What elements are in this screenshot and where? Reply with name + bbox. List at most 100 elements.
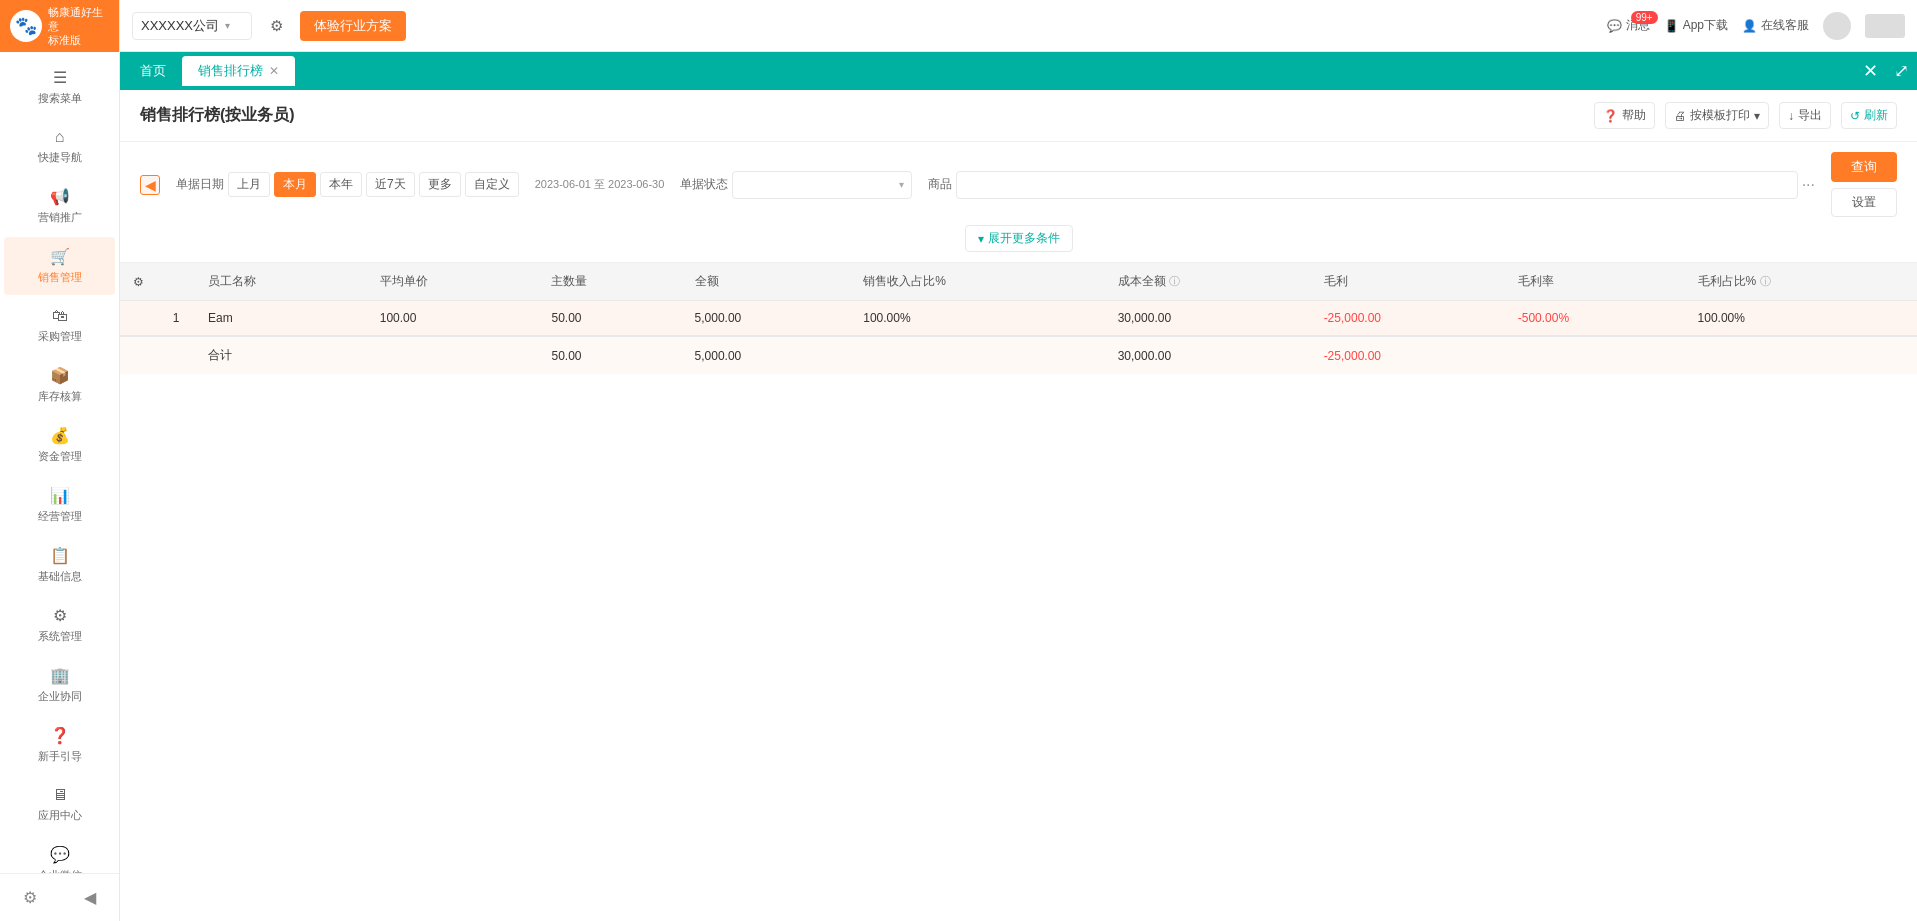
trial-button[interactable]: 体验行业方案 <box>300 11 406 41</box>
table-settings-icon[interactable]: ⚙ <box>133 275 144 289</box>
tab-minimize-icon[interactable]: ✕ <box>1859 56 1882 86</box>
date-7days-btn[interactable]: 近7天 <box>366 172 415 197</box>
user-avatar[interactable] <box>1823 12 1851 40</box>
expand-row: ▾ 展开更多条件 <box>140 225 1897 252</box>
header-settings-btn[interactable]: ⚙ <box>262 12 290 40</box>
col-gross-pct: 毛利占比% ⓘ <box>1686 263 1917 301</box>
row-amount-cell: 5,000.00 <box>683 301 852 337</box>
sidebar-collapse-btn[interactable]: ◀ <box>78 882 102 913</box>
row-gross-profit-cell: -25,000.00 <box>1312 301 1506 337</box>
app-download-btn[interactable]: 📱 App下载 <box>1664 17 1728 34</box>
purchase-icon: 🛍 <box>52 307 68 325</box>
status-select-wrapper: ▾ <box>732 171 912 199</box>
row-sales-pct-cell: 100.00% <box>851 301 1105 337</box>
page-header: 销售排行榜(按业务员) ❓ 帮助 🖨 按模板打印 ▾ ↓ 导出 ↺ 刷新 <box>120 90 1917 142</box>
footer-amount-cell: 5,000.00 <box>683 336 852 374</box>
footer-sales-pct-cell <box>851 336 1105 374</box>
tab-close-icon[interactable]: ✕ <box>269 64 279 78</box>
cost-info-icon[interactable]: ⓘ <box>1169 275 1180 287</box>
sidebar-item-newbie[interactable]: ❓ 新手引导 <box>4 716 115 774</box>
row-settings-cell <box>120 301 156 337</box>
table-header-row: ⚙ 员工名称 平均单价 主数量 全额 <box>120 263 1917 301</box>
company-arrow-icon: ▾ <box>225 20 230 31</box>
sidebar-bottom: ⚙ ◀ <box>0 873 119 921</box>
footer-quantity-cell: 50.00 <box>539 336 682 374</box>
message-btn[interactable]: 💬 消息 99+ <box>1607 17 1650 34</box>
more-filter-icon[interactable]: ··· <box>1802 176 1815 194</box>
page-actions: ❓ 帮助 🖨 按模板打印 ▾ ↓ 导出 ↺ 刷新 <box>1594 102 1897 129</box>
refresh-icon: ↺ <box>1850 109 1860 123</box>
date-filter-label: 单据日期 <box>176 176 224 193</box>
date-filter-group: 单据日期 上月 本月 本年 近7天 更多 自定义 <box>176 172 519 197</box>
company-name: XXXXXX公司 <box>141 17 219 35</box>
col-amount: 全额 <box>683 263 852 301</box>
row-rank-cell: 1 <box>156 301 196 337</box>
sidebar-item-search[interactable]: ☰ 搜索菜单 <box>4 58 115 116</box>
online-service-btn[interactable]: 👤 在线客服 <box>1742 17 1809 34</box>
print-button[interactable]: 🖨 按模板打印 ▾ <box>1665 102 1769 129</box>
expand-more-btn[interactable]: ▾ 展开更多条件 <box>965 225 1073 252</box>
sidebar-item-wecom[interactable]: 💬 企业微信 <box>4 835 115 873</box>
sidebar-item-sales[interactable]: 🛒 销售管理 <box>4 237 115 295</box>
goods-filter-input[interactable] <box>956 171 1797 199</box>
col-employee: 员工名称 <box>196 263 368 301</box>
company-selector[interactable]: XXXXXX公司 ▾ <box>132 12 252 40</box>
tab-sales-rank[interactable]: 销售排行榜 ✕ <box>182 56 295 86</box>
sidebar-item-marketing[interactable]: 📢 营销推广 <box>4 177 115 235</box>
logo-icon: 🐾 <box>10 10 42 42</box>
sidebar-item-operations[interactable]: 📊 经营管理 <box>4 476 115 534</box>
filter-collapse-icon[interactable]: ◀ <box>140 175 160 195</box>
date-custom-btn[interactable]: 自定义 <box>465 172 519 197</box>
filter-row-1: ◀ 单据日期 上月 本月 本年 近7天 更多 自定义 2023-06-01 至 … <box>140 152 1897 217</box>
query-button[interactable]: 查询 <box>1831 152 1897 182</box>
date-this-month-btn[interactable]: 本月 <box>274 172 316 197</box>
export-button[interactable]: ↓ 导出 <box>1779 102 1831 129</box>
refresh-button[interactable]: ↺ 刷新 <box>1841 102 1897 129</box>
row-avg-price-cell: 100.00 <box>368 301 540 337</box>
service-icon: 👤 <box>1742 19 1757 33</box>
sidebar-item-appcenter[interactable]: 🖥 应用中心 <box>4 776 115 833</box>
operations-icon: 📊 <box>50 486 70 505</box>
status-filter-group: 单据状态 ▾ <box>680 171 912 199</box>
export-icon: ↓ <box>1788 109 1794 123</box>
row-gross-pct-cell: 100.00% <box>1686 301 1917 337</box>
footer-gross-profit-cell: -25,000.00 <box>1312 336 1506 374</box>
sidebar-item-finance[interactable]: 💰 资金管理 <box>4 416 115 474</box>
status-filter-label: 单据状态 <box>680 176 728 193</box>
message-badge: 99+ <box>1631 11 1658 24</box>
basicinfo-icon: 📋 <box>50 546 70 565</box>
main-area: XXXXXX公司 ▾ ⚙ 体验行业方案 💬 消息 99+ 📱 App下载 👤 在… <box>120 0 1917 921</box>
col-settings[interactable]: ⚙ <box>120 263 156 301</box>
nav-tabs-actions: ✕ ⤢ <box>1859 56 1913 86</box>
appcenter-icon: 🖥 <box>52 786 68 804</box>
footer-gross-pct-cell <box>1686 336 1917 374</box>
row-quantity-cell: 50.00 <box>539 301 682 337</box>
col-cost-amount: 成本全额 ⓘ <box>1106 263 1312 301</box>
table-row: 1 Eam 100.00 50.00 5,000.00 100.00% 30,0… <box>120 301 1917 337</box>
sidebar-item-purchase[interactable]: 🛍 采购管理 <box>4 297 115 354</box>
date-more-btn[interactable]: 更多 <box>419 172 461 197</box>
footer-settings-cell <box>120 336 156 374</box>
tab-maximize-icon[interactable]: ⤢ <box>1890 56 1913 86</box>
sidebar-settings-btn[interactable]: ⚙ <box>17 882 43 913</box>
status-select[interactable] <box>732 171 912 199</box>
footer-rank-cell <box>156 336 196 374</box>
footer-cost-amount-cell: 30,000.00 <box>1106 336 1312 374</box>
tab-home[interactable]: 首页 <box>124 56 182 86</box>
help-icon: ❓ <box>1603 109 1618 123</box>
col-quantity: 主数量 <box>539 263 682 301</box>
sidebar-item-quicknav[interactable]: ⌂ 快捷导航 <box>4 118 115 175</box>
phone-icon: 📱 <box>1664 19 1679 33</box>
help-button[interactable]: ❓ 帮助 <box>1594 102 1655 129</box>
col-avg-price: 平均单价 <box>368 263 540 301</box>
sidebar-item-enterprise[interactable]: 🏢 企业协同 <box>4 656 115 714</box>
sidebar-item-inventory[interactable]: 📦 库存核算 <box>4 356 115 414</box>
settings-button[interactable]: 设置 <box>1831 188 1897 217</box>
date-last-month-btn[interactable]: 上月 <box>228 172 270 197</box>
date-this-year-btn[interactable]: 本年 <box>320 172 362 197</box>
sales-icon: 🛒 <box>50 247 70 266</box>
sidebar-item-system[interactable]: ⚙ 系统管理 <box>4 596 115 654</box>
sidebar-item-basicinfo[interactable]: 📋 基础信息 <box>4 536 115 594</box>
grosspct-info-icon[interactable]: ⓘ <box>1760 275 1771 287</box>
col-sales-pct: 销售收入占比% <box>851 263 1105 301</box>
